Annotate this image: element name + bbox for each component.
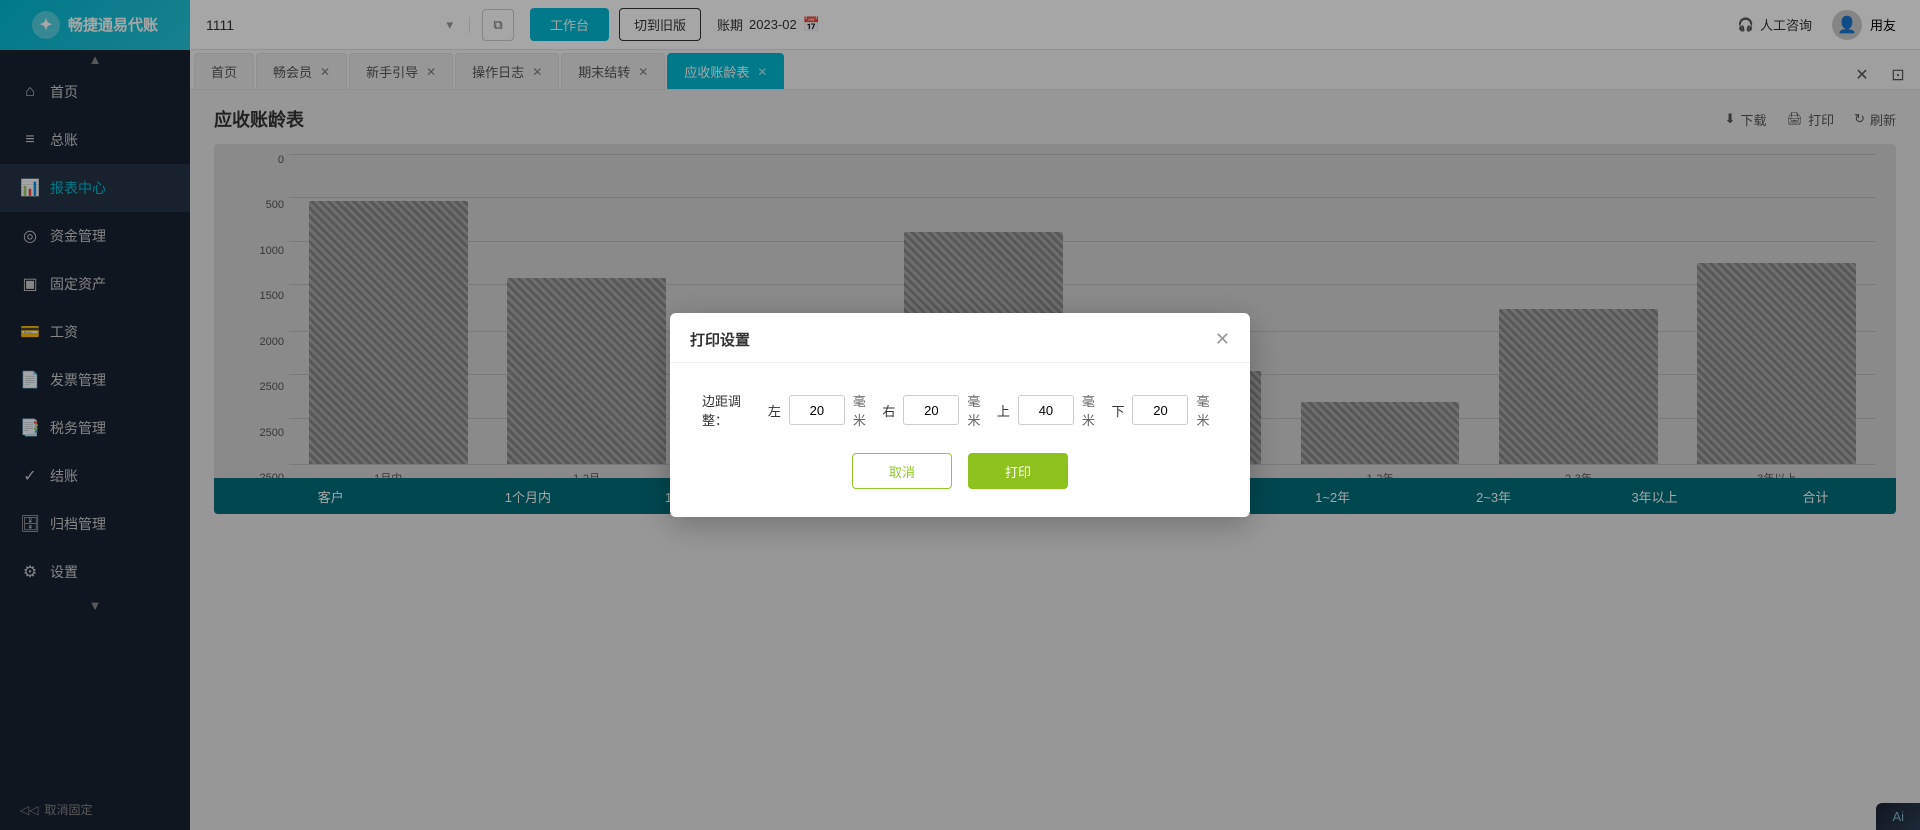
bottom-label: 下 (1111, 401, 1124, 420)
left-label: 左 (768, 401, 781, 420)
dialog-footer: 取消 打印 (670, 453, 1250, 517)
dialog-title: 打印设置 (690, 329, 750, 350)
right-unit: 毫米 (967, 391, 989, 429)
left-unit: 毫米 (853, 391, 875, 429)
top-unit: 毫米 (1082, 391, 1104, 429)
bottom-margin-input[interactable] (1132, 395, 1188, 425)
dialog-body: 边距调整： 左 毫米 右 毫米 上 毫米 下 毫米 (670, 363, 1250, 453)
dialog-header: 打印设置 ✕ (670, 313, 1250, 363)
bottom-unit: 毫米 (1196, 391, 1218, 429)
top-margin-input[interactable] (1018, 395, 1074, 425)
right-label: 右 (882, 401, 895, 420)
top-label: 上 (997, 401, 1010, 420)
left-margin-input[interactable] (789, 395, 845, 425)
print-settings-dialog: 打印设置 ✕ 边距调整： 左 毫米 右 毫米 上 毫米 下 毫米 取消 (670, 313, 1250, 517)
right-margin-input[interactable] (903, 395, 959, 425)
dialog-close-button[interactable]: ✕ (1215, 329, 1230, 350)
margin-label: 边距调整： (702, 391, 756, 429)
modal-overlay[interactable]: 打印设置 ✕ 边距调整： 左 毫米 右 毫米 上 毫米 下 毫米 取消 (0, 0, 1920, 830)
cancel-button[interactable]: 取消 (852, 453, 952, 489)
margin-row: 边距调整： 左 毫米 右 毫米 上 毫米 下 毫米 (702, 391, 1218, 429)
print-confirm-button[interactable]: 打印 (968, 453, 1068, 489)
